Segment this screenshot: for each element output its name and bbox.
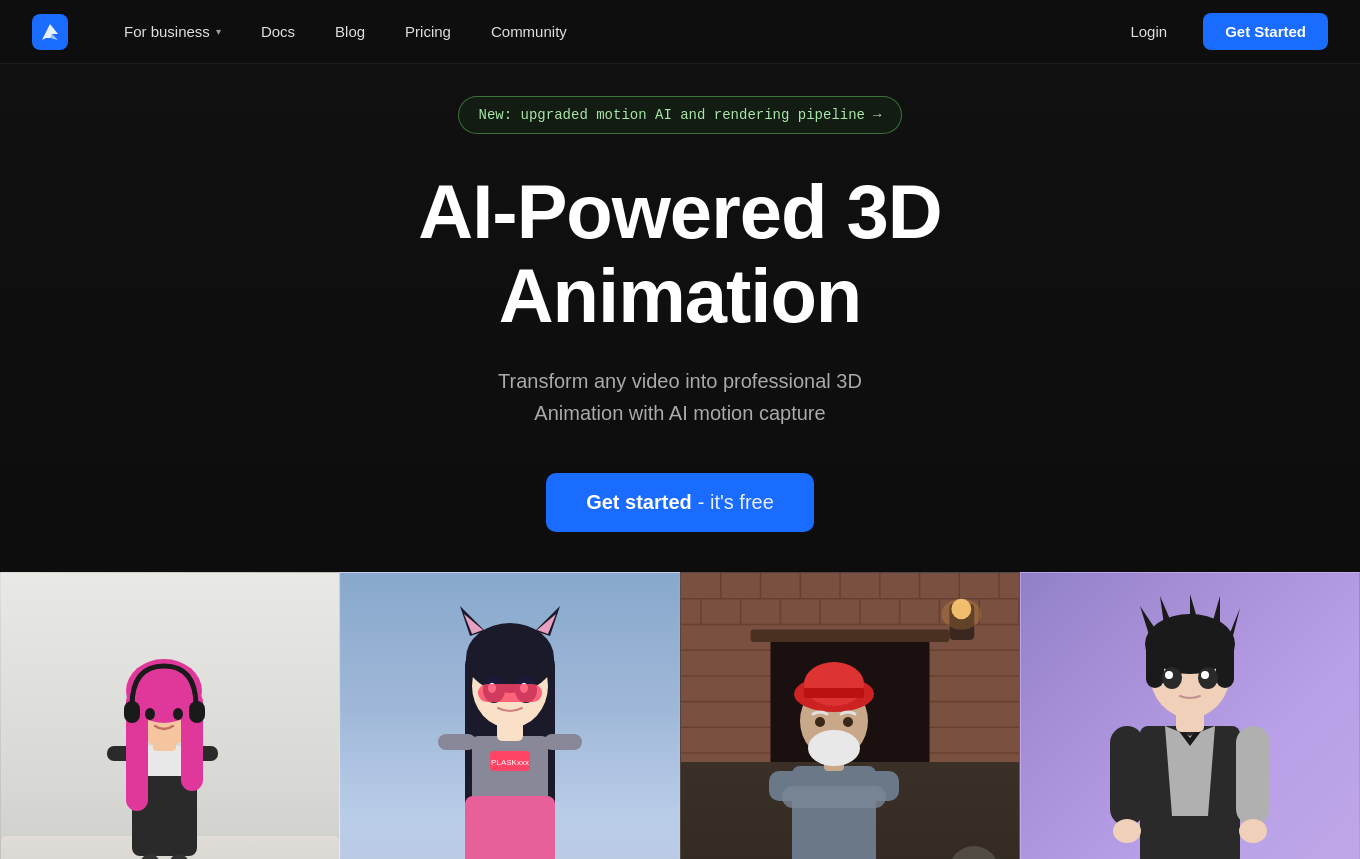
svg-rect-96	[1146, 638, 1164, 688]
svg-text:PLASKxxx: PLASKxxx	[491, 758, 529, 767]
svg-point-66	[941, 599, 981, 630]
svg-point-101	[1201, 671, 1209, 679]
svg-point-12	[145, 708, 155, 720]
old-man-figure	[754, 626, 914, 859]
hero-subtitle-line2: Animation with AI motion capture	[534, 402, 825, 424]
svg-rect-11	[189, 701, 205, 723]
svg-point-76	[808, 730, 860, 766]
gallery-item-3[interactable]	[680, 572, 1020, 859]
nav-item-for-business[interactable]: For business ▾	[108, 15, 237, 48]
svg-point-99	[1198, 667, 1218, 689]
hero-subtitle-line1: Transform any video into professional 3D	[498, 370, 862, 392]
cta-sub-text: - it's free	[698, 491, 774, 514]
pink-hair-woman-figure	[82, 616, 242, 859]
anime-guy-figure	[1090, 576, 1290, 859]
svg-marker-95	[1228, 608, 1240, 640]
nav-label-for-business: For business	[124, 23, 210, 40]
svg-rect-20	[544, 734, 582, 750]
nav-item-pricing[interactable]: Pricing	[389, 15, 467, 48]
gallery: PLASKxxx	[0, 572, 1360, 859]
nav-label-blog: Blog	[335, 23, 365, 40]
svg-point-100	[1165, 671, 1173, 679]
svg-rect-85	[1236, 726, 1270, 826]
hero-title: AI-Powered 3D Animation	[230, 170, 1130, 337]
svg-point-74	[804, 662, 864, 706]
nav-links: For business ▾ Docs Blog Pricing Communi…	[108, 15, 1110, 48]
svg-rect-67	[792, 766, 876, 859]
nav-label-docs: Docs	[261, 23, 295, 40]
svg-marker-91	[1140, 606, 1160, 638]
svg-point-77	[815, 717, 825, 727]
badge-text: New: upgraded motion AI and rendering pi…	[479, 107, 865, 123]
svg-point-78	[843, 717, 853, 727]
svg-rect-97	[1216, 638, 1234, 688]
svg-marker-93	[1190, 594, 1200, 628]
arrow-icon: →	[873, 107, 881, 123]
gallery-item-4[interactable]	[1020, 572, 1360, 859]
svg-rect-32	[478, 684, 542, 702]
gallery-item-1[interactable]	[0, 572, 340, 859]
gallery-card-1-inner	[1, 573, 339, 859]
svg-point-86	[1113, 819, 1141, 843]
svg-rect-84	[1110, 726, 1144, 826]
nav-right: Login Get Started	[1110, 13, 1328, 50]
nav-item-blog[interactable]: Blog	[319, 15, 381, 48]
logo[interactable]	[32, 14, 68, 50]
navbar: For business ▾ Docs Blog Pricing Communi…	[0, 0, 1360, 64]
svg-marker-94	[1210, 596, 1220, 634]
hero-subtitle: Transform any video into professional 3D…	[498, 365, 862, 429]
chevron-down-icon: ▾	[216, 26, 221, 37]
gallery-card-2-inner: PLASKxxx	[341, 573, 679, 859]
svg-point-87	[1239, 819, 1267, 843]
cta-main-text: Get started	[586, 491, 692, 514]
gallery-item-2[interactable]: PLASKxxx	[340, 572, 680, 859]
get-started-nav-button[interactable]: Get Started	[1203, 13, 1328, 50]
nav-item-docs[interactable]: Docs	[245, 15, 311, 48]
hero-cta-button[interactable]: Get started - it's free	[546, 473, 814, 532]
svg-point-13	[173, 708, 183, 720]
svg-point-98	[1162, 667, 1182, 689]
svg-point-23	[466, 623, 554, 693]
nav-label-community: Community	[491, 23, 567, 40]
announcement-badge[interactable]: New: upgraded motion AI and rendering pi…	[458, 96, 903, 134]
nav-label-pricing: Pricing	[405, 23, 451, 40]
svg-rect-70	[782, 786, 886, 808]
svg-rect-10	[124, 701, 140, 723]
nav-item-community[interactable]: Community	[475, 15, 583, 48]
login-button[interactable]: Login	[1110, 15, 1187, 48]
svg-rect-18	[465, 796, 555, 859]
hero-section: New: upgraded motion AI and rendering pi…	[0, 0, 1360, 572]
anime-girl-figure: PLASKxxx	[410, 586, 610, 859]
svg-rect-75	[804, 688, 864, 698]
gallery-card-3-inner	[681, 573, 1019, 859]
gallery-card-4-inner	[1021, 573, 1359, 859]
svg-rect-19	[438, 734, 476, 750]
